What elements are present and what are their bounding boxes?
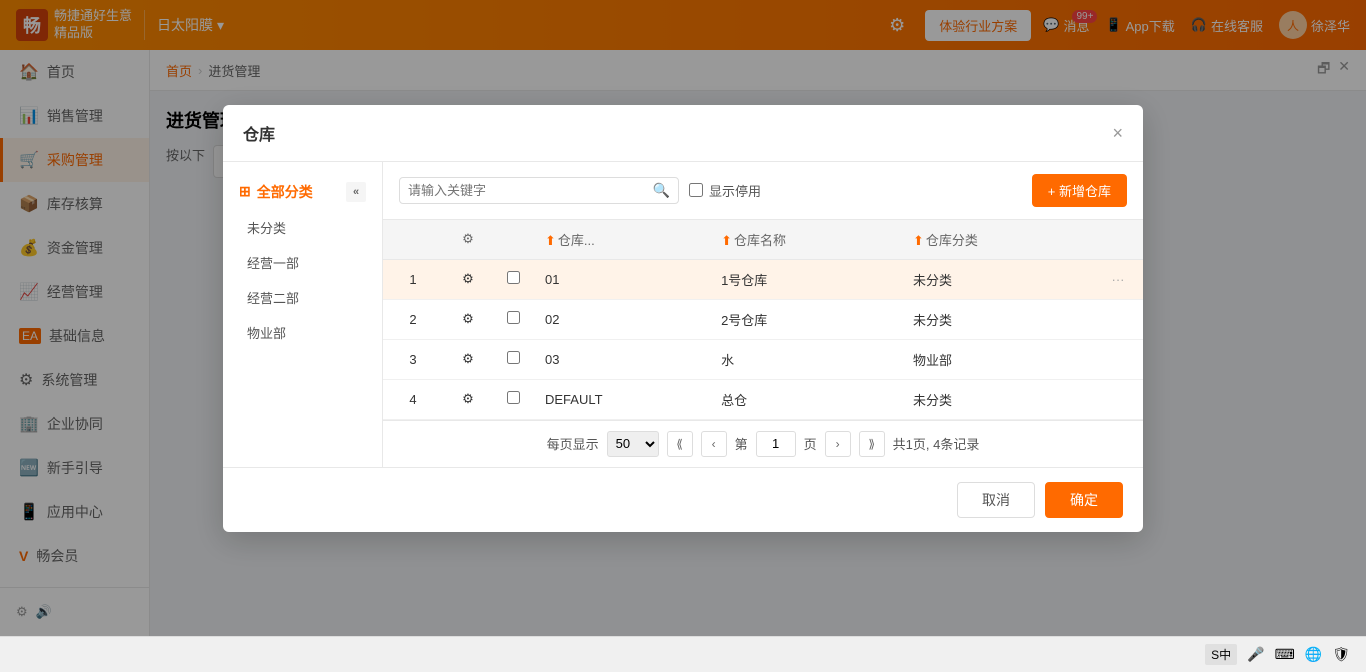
microphone-icon[interactable]: 🎤 [1247,646,1264,663]
category-dept2[interactable]: 经营二部 [223,280,382,315]
row-actions[interactable] [1093,339,1143,379]
all-categories-label: 全部分类 [257,182,313,202]
grid-icon: ⊞ [239,183,251,200]
row-gear[interactable]: ⚙ [443,299,493,339]
bottom-bar: S中 🎤 ⌨ 🌐 🛡 [0,636,1366,672]
row-actions[interactable]: ··· [1093,259,1143,299]
row-check[interactable] [493,259,533,299]
category-dept1[interactable]: 经营一部 [223,245,382,280]
row-no: 2 [383,299,443,339]
collapse-button[interactable]: « [346,182,366,202]
all-categories-header[interactable]: ⊞ 全部分类 « [223,174,382,210]
pagination: 每页显示 50 20 100 ⟪ ‹ 第 页 › ⟫ 共1页, 4条记录 [383,420,1143,467]
modal-overlay: 仓库 × ⊞ 全部分类 « 未分类 经营一部 经营二部 物业部 [0,0,1366,636]
row-name: 水 [709,339,901,379]
col-header-category[interactable]: ⬆仓库分类 [901,220,1093,260]
last-page-btn[interactable]: ⟫ [859,431,885,457]
cancel-button[interactable]: 取消 [957,482,1035,518]
search-icon[interactable]: 🔍 [653,182,670,199]
page-label-post: 页 [804,434,817,453]
table-body: 1 ⚙ 01 1号仓库 未分类 ··· 2 ⚙ [383,259,1143,419]
shield-icon[interactable]: 🛡 [1332,646,1350,663]
modal-body: ⊞ 全部分类 « 未分类 经营一部 经营二部 物业部 🔍 [223,162,1143,467]
row-actions[interactable] [1093,379,1143,419]
modal-footer: 取消 确定 [223,467,1143,532]
warehouse-table: ⚙ ⬆仓库... ⬆仓库名称 ⬆仓库分类 1 ⚙ [383,220,1143,420]
row-gear[interactable]: ⚙ [443,259,493,299]
table-row[interactable]: 2 ⚙ 02 2号仓库 未分类 [383,299,1143,339]
modal-close-button[interactable]: × [1112,124,1123,142]
col-header-check [493,220,533,260]
show-disabled-label[interactable]: 显示停用 [689,181,761,200]
table-row[interactable]: 3 ⚙ 03 水 物业部 [383,339,1143,379]
col-header-actions [1093,220,1143,260]
row-code: 03 [533,339,709,379]
row-code: 02 [533,299,709,339]
table-row[interactable]: 4 ⚙ DEFAULT 总仓 未分类 [383,379,1143,419]
keyboard-icon[interactable]: ⌨ [1275,646,1295,663]
language-icon[interactable]: 🌐 [1305,646,1322,663]
first-page-btn[interactable]: ⟪ [667,431,693,457]
col-header-name[interactable]: ⬆仓库名称 [709,220,901,260]
col-header-no [383,220,443,260]
row-code: 01 [533,259,709,299]
search-input-wrap: 🔍 [399,177,679,204]
category-property[interactable]: 物业部 [223,315,382,350]
row-check[interactable] [493,339,533,379]
right-toolbar: 🔍 显示停用 + 新增仓库 [383,162,1143,220]
add-warehouse-button[interactable]: + 新增仓库 [1032,174,1127,207]
prev-page-btn[interactable]: ‹ [701,431,727,457]
modal-title: 仓库 [243,121,275,145]
row-no: 3 [383,339,443,379]
row-name: 2号仓库 [709,299,901,339]
per-page-label: 每页显示 [547,434,599,453]
confirm-button[interactable]: 确定 [1045,482,1123,518]
category-panel: ⊞ 全部分类 « 未分类 经营一部 经营二部 物业部 [223,162,383,467]
row-gear[interactable]: ⚙ [443,339,493,379]
table-header: ⚙ ⬆仓库... ⬆仓库名称 ⬆仓库分类 [383,220,1143,260]
row-name: 总仓 [709,379,901,419]
table-row[interactable]: 1 ⚙ 01 1号仓库 未分类 ··· [383,259,1143,299]
page-label-pre: 第 [735,434,748,453]
row-no: 1 [383,259,443,299]
col-header-gear[interactable]: ⚙ [443,220,493,260]
row-category: 未分类 [901,259,1093,299]
row-code: DEFAULT [533,379,709,419]
modal-header: 仓库 × [223,105,1143,162]
ime-icon[interactable]: S中 [1205,644,1237,665]
row-check[interactable] [493,299,533,339]
category-uncategorized[interactable]: 未分类 [223,210,382,245]
next-page-btn[interactable]: › [825,431,851,457]
row-category: 未分类 [901,299,1093,339]
total-info: 共1页, 4条记录 [893,434,980,453]
row-actions[interactable] [1093,299,1143,339]
search-input[interactable] [408,183,647,198]
per-page-select[interactable]: 50 20 100 [607,431,659,457]
row-check[interactable] [493,379,533,419]
show-disabled-text: 显示停用 [709,181,761,200]
col-header-code[interactable]: ⬆仓库... [533,220,709,260]
right-panel: 🔍 显示停用 + 新增仓库 ⚙ [383,162,1143,467]
row-category: 未分类 [901,379,1093,419]
row-category: 物业部 [901,339,1093,379]
row-gear[interactable]: ⚙ [443,379,493,419]
show-disabled-checkbox[interactable] [689,183,703,197]
warehouse-table-wrap: ⚙ ⬆仓库... ⬆仓库名称 ⬆仓库分类 1 ⚙ [383,220,1143,420]
warehouse-modal: 仓库 × ⊞ 全部分类 « 未分类 经营一部 经营二部 物业部 [223,105,1143,532]
page-number-input[interactable] [756,431,796,457]
row-no: 4 [383,379,443,419]
row-name: 1号仓库 [709,259,901,299]
